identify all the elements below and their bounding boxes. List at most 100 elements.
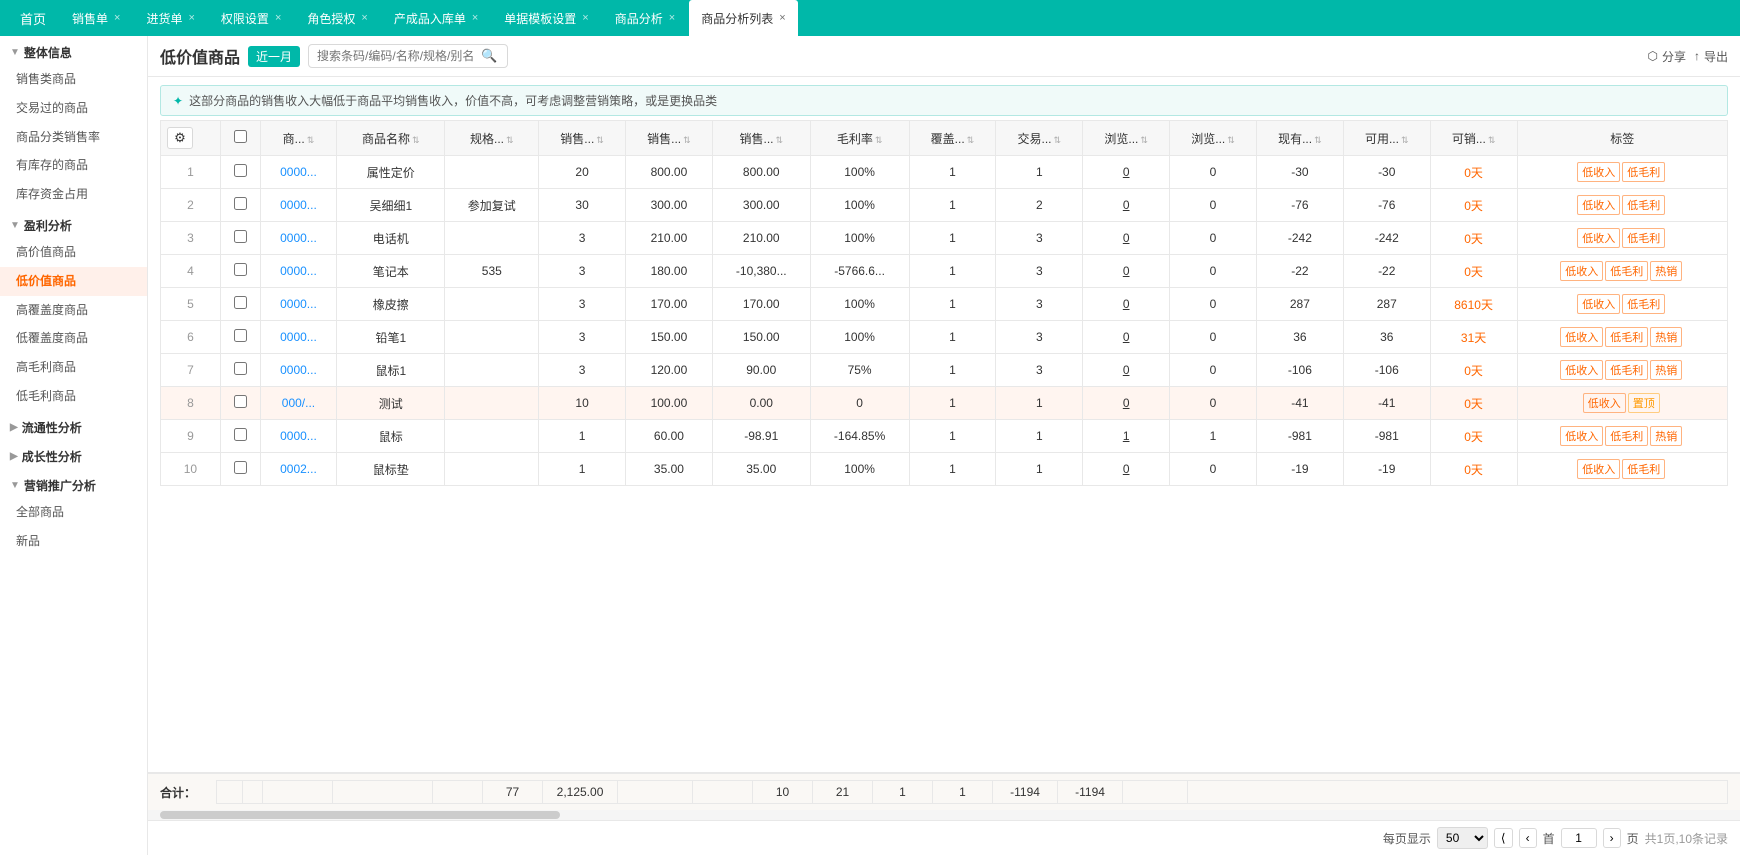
sort-icon-name[interactable]: ⇅ [412, 135, 420, 145]
row-checkbox[interactable] [234, 263, 247, 276]
export-button[interactable]: ↑ 导出 [1694, 48, 1728, 65]
sidebar-item-low-coverage[interactable]: 低覆盖度商品 [0, 324, 147, 353]
nav-item-2[interactable]: 权限设置 × [209, 0, 293, 36]
view-link[interactable]: 0 [1123, 297, 1130, 311]
sidebar-item-sales-goods[interactable]: 销售类商品 [0, 65, 147, 94]
nav-item-4[interactable]: 产成品入库单 × [382, 0, 490, 36]
sort-icon-spec[interactable]: ⇅ [506, 135, 514, 145]
nav-item-0[interactable]: 销售单 × [60, 0, 132, 36]
sidebar-item-low-value[interactable]: 低价值商品 [0, 267, 147, 296]
first-page-button[interactable]: ⟨ [1494, 828, 1513, 848]
row-checkbox[interactable] [234, 395, 247, 408]
sidebar-item-stock-fund[interactable]: 库存资金占用 [0, 180, 147, 209]
close-icon-7[interactable]: × [779, 12, 785, 24]
cell-check[interactable] [220, 189, 260, 222]
sidebar-item-stock-goods[interactable]: 有库存的商品 [0, 151, 147, 180]
view-link[interactable]: 0 [1123, 363, 1130, 377]
nav-item-1[interactable]: 进货单 × [134, 0, 206, 36]
row-checkbox[interactable] [234, 329, 247, 342]
sidebar-item-high-coverage[interactable]: 高覆盖度商品 [0, 296, 147, 325]
col-settings[interactable]: ⚙ [161, 121, 221, 156]
row-checkbox[interactable] [234, 197, 247, 210]
cell-check[interactable] [220, 288, 260, 321]
view-link[interactable]: 0 [1123, 165, 1130, 179]
sort-icon-current[interactable]: ⇅ [1314, 135, 1322, 145]
sort-icon-code[interactable]: ⇅ [307, 135, 315, 145]
cell-view1[interactable]: 0 [1083, 387, 1170, 420]
cell-view1[interactable]: 0 [1083, 255, 1170, 288]
cell-check[interactable] [220, 387, 260, 420]
sort-icon-price[interactable]: ⇅ [776, 135, 784, 145]
cell-view1[interactable]: 0 [1083, 189, 1170, 222]
col-check[interactable] [220, 121, 260, 156]
row-checkbox[interactable] [234, 362, 247, 375]
cell-view1[interactable]: 0 [1083, 354, 1170, 387]
close-icon-2[interactable]: × [275, 12, 281, 24]
page-input[interactable] [1561, 828, 1597, 848]
sidebar-item-low-margin[interactable]: 低毛利商品 [0, 382, 147, 411]
sidebar-group-profit[interactable]: ▼ 盈利分析 [0, 209, 147, 238]
cell-view1[interactable]: 0 [1083, 453, 1170, 486]
nav-item-3[interactable]: 角色授权 × [295, 0, 379, 36]
sort-icon-gross[interactable]: ⇅ [875, 135, 883, 145]
cell-check[interactable] [220, 420, 260, 453]
view-link[interactable]: 0 [1123, 264, 1130, 278]
select-all-checkbox[interactable] [234, 130, 247, 143]
cell-check[interactable] [220, 453, 260, 486]
sidebar-item-new-goods[interactable]: 新品 [0, 527, 147, 556]
sidebar-item-category-rate[interactable]: 商品分类销售率 [0, 123, 147, 152]
sort-icon-qty[interactable]: ⇅ [596, 135, 604, 145]
sort-icon-view1[interactable]: ⇅ [1140, 135, 1148, 145]
sidebar-item-all-goods[interactable]: 全部商品 [0, 498, 147, 527]
sidebar-group-overall[interactable]: ▼ 整体信息 [0, 36, 147, 65]
row-checkbox[interactable] [234, 230, 247, 243]
sort-icon-view2[interactable]: ⇅ [1227, 135, 1235, 145]
view-link[interactable]: 0 [1123, 462, 1130, 476]
cell-check[interactable] [220, 255, 260, 288]
close-icon-1[interactable]: × [188, 12, 194, 24]
cell-check[interactable] [220, 156, 260, 189]
search-icon[interactable]: 🔍 [481, 48, 497, 64]
close-icon-0[interactable]: × [114, 12, 120, 24]
next-page-button[interactable]: › [1603, 828, 1621, 848]
cell-view1[interactable]: 0 [1083, 156, 1170, 189]
row-checkbox[interactable] [234, 428, 247, 441]
sidebar-group-marketing[interactable]: ▼ 营销推广分析 [0, 469, 147, 498]
sort-icon-saleable[interactable]: ⇅ [1488, 135, 1496, 145]
nav-item-6[interactable]: 商品分析 × [603, 0, 687, 36]
sort-icon-available[interactable]: ⇅ [1401, 135, 1409, 145]
sidebar-group-growth[interactable]: ▶ 成长性分析 [0, 440, 147, 469]
horizontal-scrollbar[interactable] [160, 811, 560, 819]
share-button[interactable]: ⬡ 分享 [1647, 48, 1686, 65]
close-icon-4[interactable]: × [472, 12, 478, 24]
cell-view1[interactable]: 0 [1083, 222, 1170, 255]
row-checkbox[interactable] [234, 164, 247, 177]
sidebar-group-flow[interactable]: ▶ 流通性分析 [0, 411, 147, 440]
sidebar-item-traded-goods[interactable]: 交易过的商品 [0, 94, 147, 123]
close-icon-3[interactable]: × [361, 12, 367, 24]
search-input[interactable] [317, 49, 477, 63]
cell-view1[interactable]: 0 [1083, 321, 1170, 354]
sort-icon-coverage[interactable]: ⇅ [967, 135, 975, 145]
nav-item-7[interactable]: 商品分析列表 × [689, 0, 797, 36]
page-size-select[interactable]: 50 100 200 [1437, 827, 1488, 849]
cell-view1[interactable]: 1 [1083, 420, 1170, 453]
view-link[interactable]: 0 [1123, 330, 1130, 344]
gear-button[interactable]: ⚙ [167, 127, 193, 149]
nav-item-5[interactable]: 单据模板设置 × [492, 0, 600, 36]
badge-recent[interactable]: 近一月 [248, 46, 300, 67]
cell-check[interactable] [220, 222, 260, 255]
sidebar-item-high-value[interactable]: 高价值商品 [0, 238, 147, 267]
view-link[interactable]: 0 [1123, 396, 1130, 410]
nav-home[interactable]: 首页 [8, 0, 58, 36]
cell-check[interactable] [220, 321, 260, 354]
close-icon-6[interactable]: × [669, 12, 675, 24]
row-checkbox[interactable] [234, 296, 247, 309]
cell-check[interactable] [220, 354, 260, 387]
sort-icon-amt[interactable]: ⇅ [683, 135, 691, 145]
prev-page-button[interactable]: ‹ [1519, 828, 1537, 848]
row-checkbox[interactable] [234, 461, 247, 474]
close-icon-5[interactable]: × [582, 12, 588, 24]
view-link[interactable]: 1 [1123, 429, 1130, 443]
view-link[interactable]: 0 [1123, 198, 1130, 212]
